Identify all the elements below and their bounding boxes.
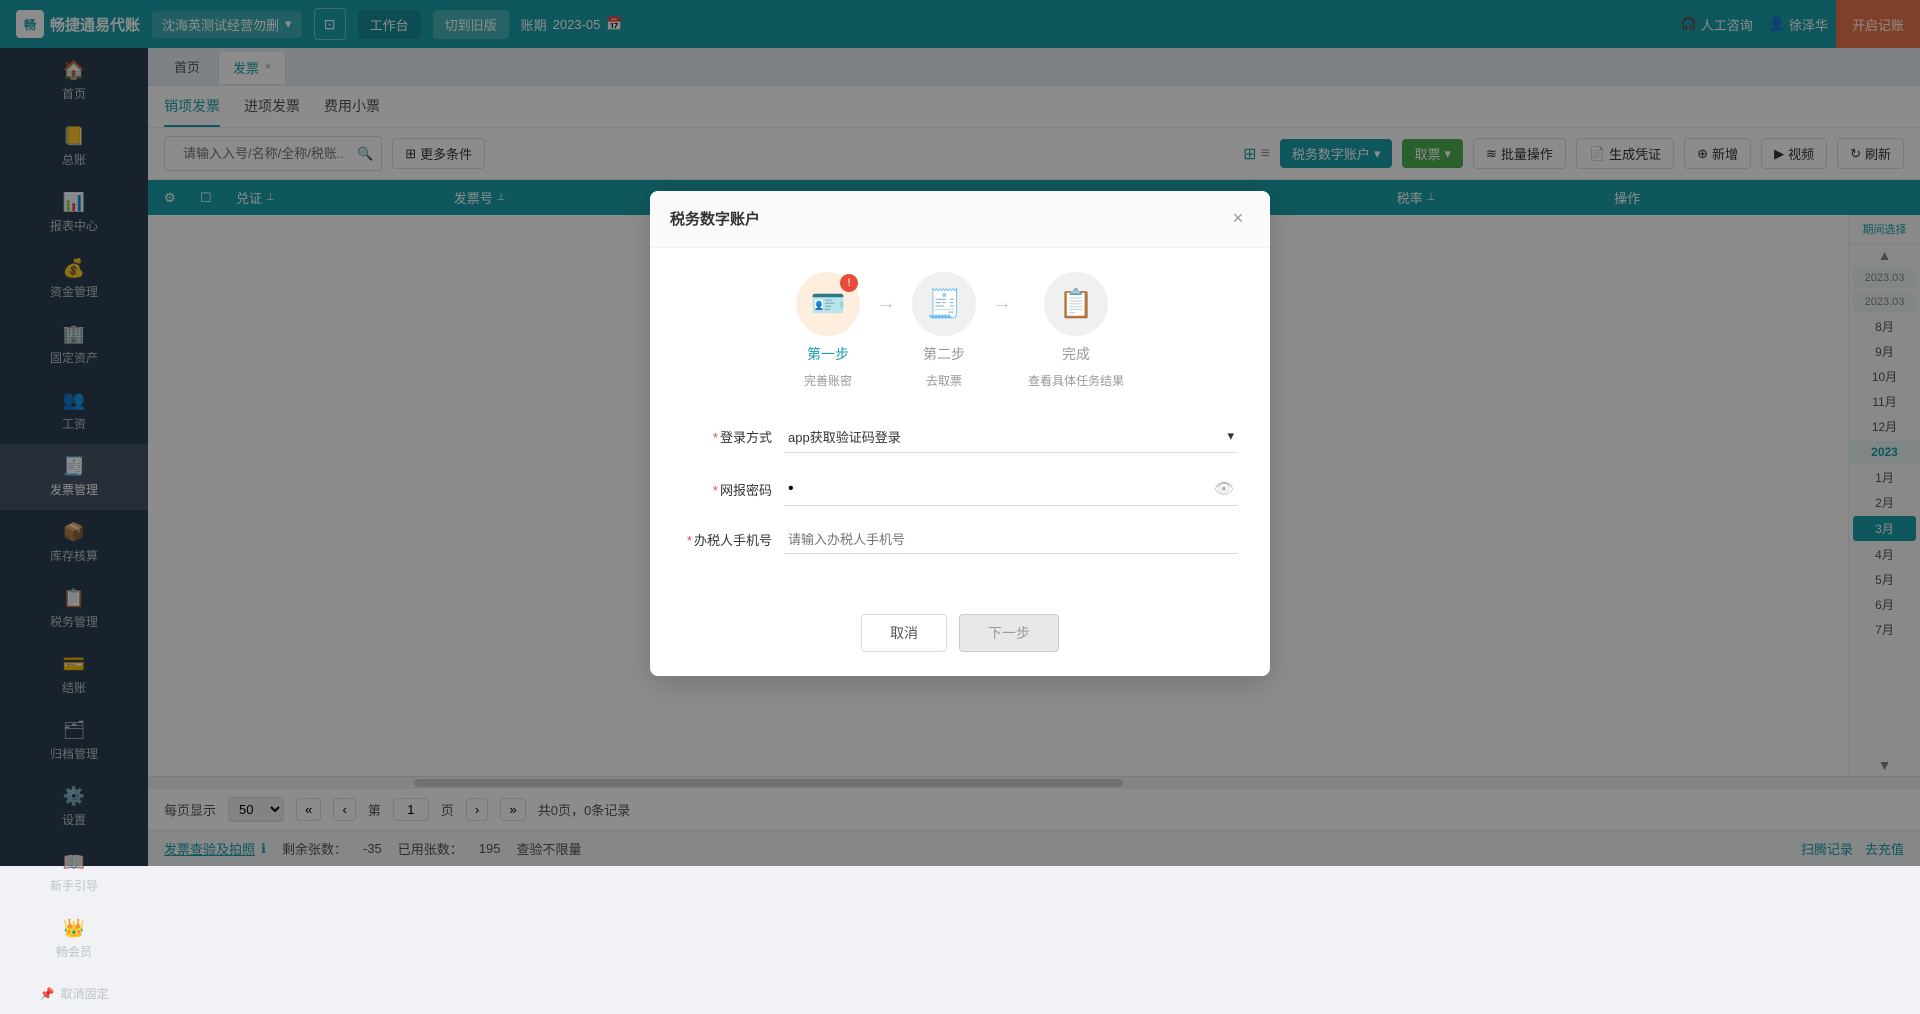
step-arrow-1: → [860,292,912,315]
step-2: 🧾 第二步 去取票 [912,272,976,389]
login-method-select[interactable]: app获取验证码登录 ▾ [784,421,1238,453]
sidebar-item-member[interactable]: 👑 畅会员 [0,906,148,972]
step-2-label: 第二步 [923,344,965,364]
phone-label: *办税人手机号 [682,530,772,549]
modal-close-button[interactable]: × [1226,207,1250,231]
password-toggle-icon[interactable]: 👁 [1214,479,1234,499]
password-input-wrapper: 👁 [784,473,1238,506]
step-1-badge: ! [840,274,858,292]
step-1: 🪪 ! 第一步 完善账密 [796,272,860,389]
cancel-button[interactable]: 取消 [861,614,947,652]
step-3-label: 完成 [1062,344,1090,364]
pin-toggle-button[interactable]: 📌 取消固定 [0,972,148,1014]
step-1-label: 第一步 [807,344,849,364]
next-step-button[interactable]: 下一步 [959,614,1059,652]
login-method-label: *登录方式 [682,427,772,446]
step-3: 📋 完成 查看具体任务结果 [1028,272,1124,389]
password-label: *网报密码 [682,480,772,499]
password-input[interactable] [788,480,1214,498]
step-3-icon-wrapper: 📋 [1044,272,1108,336]
step-arrow-2: → [976,292,1028,315]
modal-title: 税务数字账户 [670,208,760,229]
modal-body: 🪪 ! 第一步 完善账密 → 🧾 第二步 去取票 → [650,248,1270,598]
modal-footer: 取消 下一步 [650,598,1270,676]
phone-input[interactable] [784,526,1238,554]
pin-icon: 📌 [40,987,55,1001]
member-icon: 👑 [63,918,85,939]
step-2-sub: 去取票 [926,372,962,389]
login-method-field: *登录方式 app获取验证码登录 ▾ [682,421,1238,453]
select-arrow-icon: ▾ [1227,428,1234,444]
step-3-sub: 查看具体任务结果 [1028,372,1124,389]
phone-field: *办税人手机号 [682,526,1238,554]
steps-container: 🪪 ! 第一步 完善账密 → 🧾 第二步 去取票 → [682,272,1238,389]
step-2-icon-wrapper: 🧾 [912,272,976,336]
modal-dialog: 税务数字账户 × 🪪 ! 第一步 完善账密 → [650,191,1270,676]
step-3-icon: 📋 [1059,287,1094,320]
step-1-icon: 🪪 [811,287,846,320]
modal-header: 税务数字账户 × [650,191,1270,248]
password-field: *网报密码 👁 [682,473,1238,506]
modal-overlay[interactable]: 税务数字账户 × 🪪 ! 第一步 完善账密 → [0,0,1920,866]
step-2-icon: 🧾 [927,287,962,320]
step-1-icon-wrapper: 🪪 ! [796,272,860,336]
step-1-sub: 完善账密 [804,372,852,389]
